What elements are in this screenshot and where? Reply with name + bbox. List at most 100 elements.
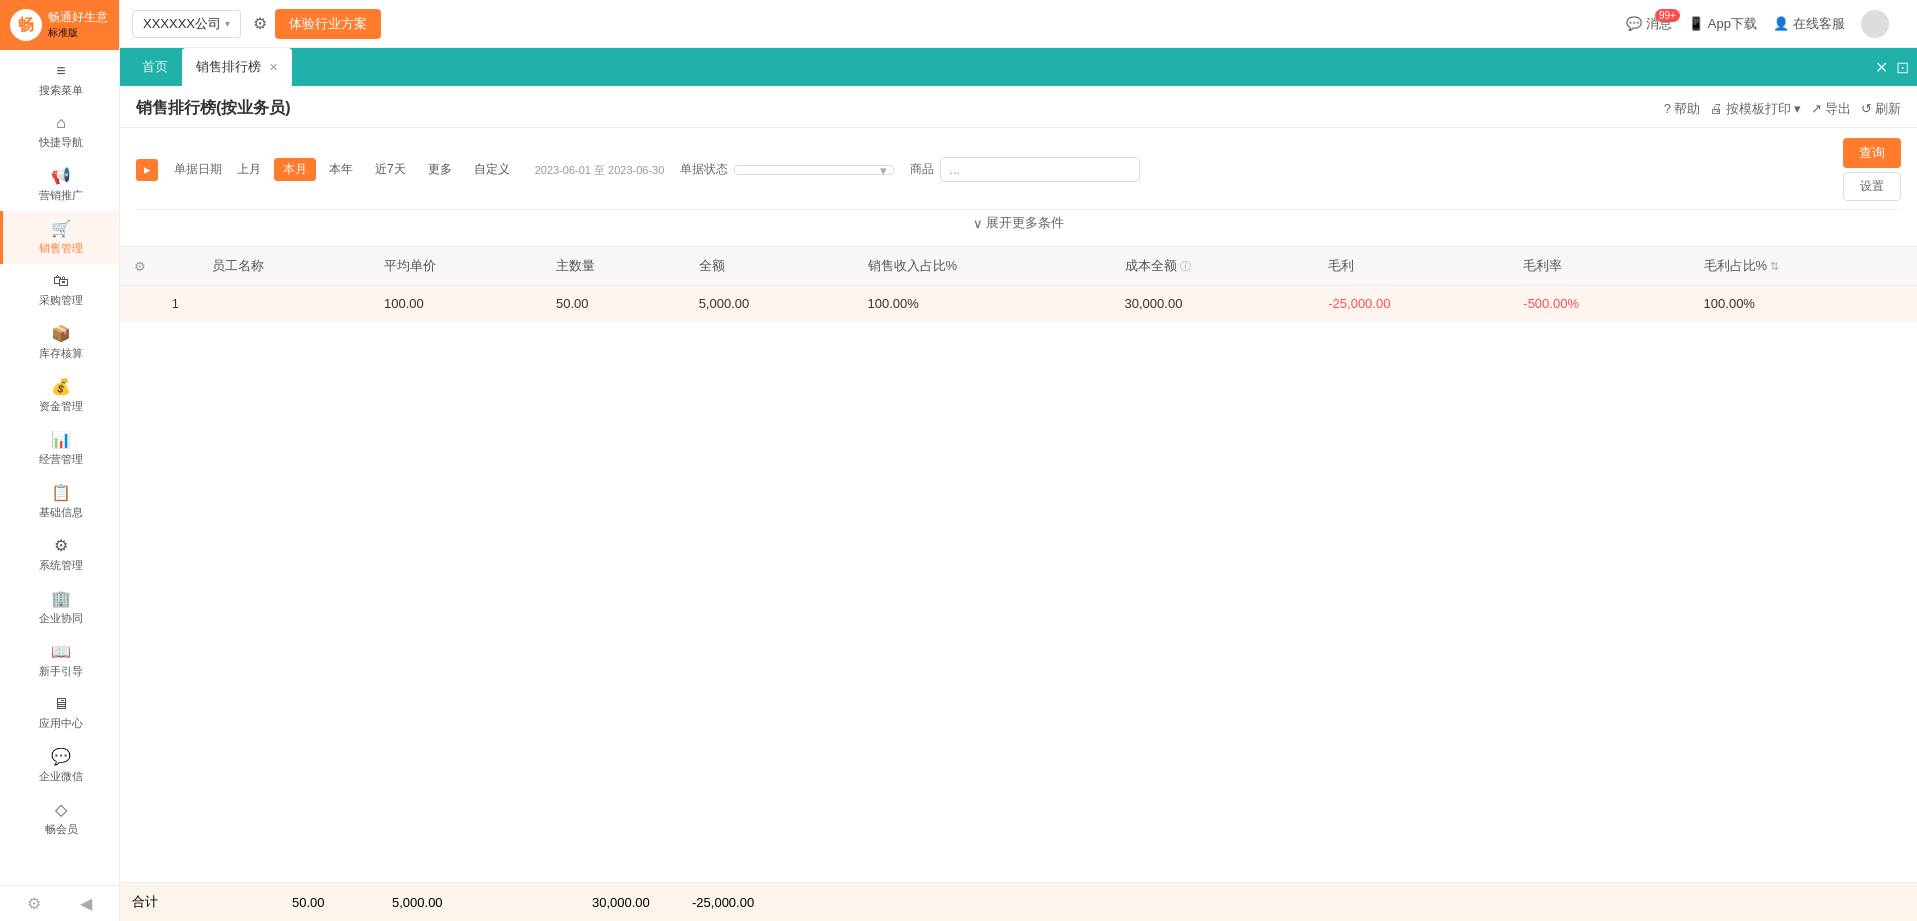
col-header-profit: 毛利	[1316, 247, 1511, 286]
sidebar-item-purchase[interactable]: 🛍 采购管理	[0, 264, 119, 316]
sidebar-item-finance[interactable]: 💰 资金管理	[0, 369, 119, 422]
online-service-button[interactable]: 👤 在线客服	[1773, 15, 1845, 33]
sidebar-item-label: 基础信息	[39, 505, 83, 520]
col-header-name: 员工名称	[200, 247, 372, 286]
tab-close-icon[interactable]: ✕	[269, 61, 278, 74]
status-select[interactable]: ▾	[734, 165, 894, 175]
goods-filter: 商品 ...	[910, 157, 1140, 182]
sidebar-item-wechat[interactable]: 💬 企业微信	[0, 739, 119, 792]
user-avatar[interactable]	[1861, 10, 1889, 38]
column-settings-icon[interactable]: ⚙	[134, 259, 146, 274]
topbar-actions: 💬 消息 99+ 📱 App下载 👤 在线客服	[1626, 10, 1905, 38]
table-row: 1100.0050.005,000.00100.00%30,000.00-25,…	[120, 286, 1917, 322]
sidebar-item-apps[interactable]: 🖥 应用中心	[0, 687, 119, 739]
template-print-label: 按模板打印	[1726, 100, 1791, 118]
tab-home[interactable]: 首页	[128, 48, 182, 86]
company-selector[interactable]: XXXXXX公司 ▾	[132, 10, 241, 38]
sidebar-item-label: 库存核算	[39, 346, 83, 361]
export-button[interactable]: ↗ 导出	[1811, 100, 1851, 118]
query-button[interactable]: 查询	[1843, 138, 1901, 168]
operation-icon: 📊	[51, 430, 71, 449]
system-icon: ⚙	[54, 536, 68, 555]
date-tab-prev[interactable]: 上月	[228, 158, 270, 181]
status-chevron-icon: ▾	[880, 162, 887, 177]
filter-settings-button[interactable]: 设置	[1843, 172, 1901, 201]
export-icon: ↗	[1811, 101, 1822, 116]
help-button[interactable]: ? 帮助	[1664, 100, 1700, 118]
expand-chevron-icon: ∨	[973, 216, 983, 231]
date-tab-more[interactable]: 更多	[419, 158, 461, 181]
sidebar: 畅 畅通好生意 标准版 ≡ 搜索菜单 ⌂ 快捷导航 📢 营销推广 🛒 销售管理 …	[0, 0, 120, 921]
sidebar-item-marketing[interactable]: 📢 营销推广	[0, 158, 119, 211]
date-tab-7days[interactable]: 近7天	[366, 158, 415, 181]
sidebar-item-search[interactable]: ≡ 搜索菜单	[0, 54, 119, 106]
date-tabs: 上月 本月 本年 近7天 更多 自定义	[228, 158, 519, 181]
logo-name: 畅通好生意	[48, 10, 108, 26]
refresh-button[interactable]: ↺ 刷新	[1861, 100, 1901, 118]
topbar-settings-icon[interactable]: ⚙	[253, 14, 267, 33]
date-tab-custom[interactable]: 自定义	[465, 158, 519, 181]
marketing-icon: 📢	[51, 166, 71, 185]
footer-profit: -25,000.00	[692, 895, 772, 910]
sidebar-item-label: 销售管理	[39, 241, 83, 256]
col-header-profit-rate: 毛利率	[1511, 247, 1691, 286]
page-header: 销售排行榜(按业务员) ? 帮助 🖨 按模板打印 ▾ ↗ 导出	[120, 86, 1917, 128]
basic-icon: 📋	[51, 483, 71, 502]
tab-maximize-icon[interactable]: ⊡	[1896, 58, 1909, 77]
cell-settings	[120, 286, 160, 322]
sidebar-item-guide[interactable]: 📖 新手引导	[0, 634, 119, 687]
template-print-button[interactable]: 🖨 按模板打印 ▾	[1710, 100, 1801, 118]
apps-icon: 🖥	[53, 695, 69, 713]
sidebar-settings-button[interactable]: ⚙	[27, 894, 41, 913]
goods-input[interactable]: ...	[940, 157, 1140, 182]
sidebar-logo: 畅 畅通好生意 标准版	[0, 0, 119, 50]
message-icon: 💬	[1626, 16, 1642, 31]
col-header-amount: 全额	[687, 247, 856, 286]
trial-button[interactable]: 体验行业方案	[275, 9, 381, 39]
cell-profit: -25,000.00	[1316, 286, 1511, 322]
sidebar-item-label: 资金管理	[39, 399, 83, 414]
cell-quantity: 50.00	[544, 286, 687, 322]
col-header-avg-price: 平均单价	[372, 247, 544, 286]
table-body: 1100.0050.005,000.00100.00%30,000.00-25,…	[120, 286, 1917, 322]
page-header-actions: ? 帮助 🖨 按模板打印 ▾ ↗ 导出 ↺ 刷新	[1664, 100, 1901, 118]
sidebar-item-system[interactable]: ⚙ 系统管理	[0, 528, 119, 581]
cell-amount: 5,000.00	[687, 286, 856, 322]
sales-rank-table: ⚙ 员工名称 平均单价 主数量	[120, 247, 1917, 322]
sidebar-item-label: 营销推广	[39, 188, 83, 203]
filter-bar: ▸ 单据日期 上月 本月 本年 近7天 更多 自定义	[120, 128, 1917, 247]
date-tab-year[interactable]: 本年	[320, 158, 362, 181]
cost-info-icon[interactable]: ⓘ	[1180, 259, 1191, 274]
sidebar-item-basic[interactable]: 📋 基础信息	[0, 475, 119, 528]
help-label: 帮助	[1674, 100, 1700, 118]
sidebar-item-sales[interactable]: 🛒 销售管理	[0, 211, 119, 264]
sidebar-menu: ≡ 搜索菜单 ⌂ 快捷导航 📢 营销推广 🛒 销售管理 🛍 采购管理 📦 库存核…	[0, 50, 119, 885]
tabbar: 首页 销售排行榜 ✕ ✕ ⊡	[120, 48, 1917, 86]
message-badge: 99+	[1655, 9, 1680, 22]
date-filter: 单据日期 上月 本月 本年 近7天 更多 自定义	[174, 158, 519, 181]
sidebar-item-operation[interactable]: 📊 经营管理	[0, 422, 119, 475]
profit-pct-sort-icon[interactable]: ⇅	[1770, 260, 1779, 273]
topbar: XXXXXX公司 ▾ ⚙ 体验行业方案 💬 消息 99+ 📱 App下载 👤 在…	[120, 0, 1917, 48]
cell-cost: 30,000.00	[1113, 286, 1317, 322]
sales-icon: 🛒	[51, 219, 71, 238]
expand-conditions-button[interactable]: ∨ 展开更多条件	[973, 214, 1064, 232]
sidebar-item-quicknav[interactable]: ⌂ 快捷导航	[0, 106, 119, 158]
logo-icon: 畅	[10, 9, 42, 41]
sidebar-item-inventory[interactable]: 📦 库存核算	[0, 316, 119, 369]
expand-label: 展开更多条件	[986, 214, 1064, 232]
tab-close-all-icon[interactable]: ✕	[1875, 58, 1888, 77]
date-tab-current[interactable]: 本月	[274, 158, 316, 181]
app-download-button[interactable]: 📱 App下载	[1688, 15, 1757, 33]
col-header-sales-pct: 销售收入占比%	[856, 247, 1113, 286]
tab-sales-rank[interactable]: 销售排行榜 ✕	[182, 48, 292, 86]
content-area: 销售排行榜(按业务员) ? 帮助 🖨 按模板打印 ▾ ↗ 导出	[120, 86, 1917, 921]
table-header-row: ⚙ 员工名称 平均单价 主数量	[120, 247, 1917, 286]
footer-cost: 30,000.00	[592, 895, 672, 910]
sidebar-item-member[interactable]: ◇ 畅会员	[0, 792, 119, 845]
search-menu-icon: ≡	[56, 62, 65, 80]
filter-expand-arrow[interactable]: ▸	[136, 159, 158, 181]
sidebar-collapse-button[interactable]: ◀	[80, 894, 92, 913]
sidebar-item-enterprise[interactable]: 🏢 企业协同	[0, 581, 119, 634]
message-button[interactable]: 💬 消息 99+	[1626, 15, 1672, 33]
